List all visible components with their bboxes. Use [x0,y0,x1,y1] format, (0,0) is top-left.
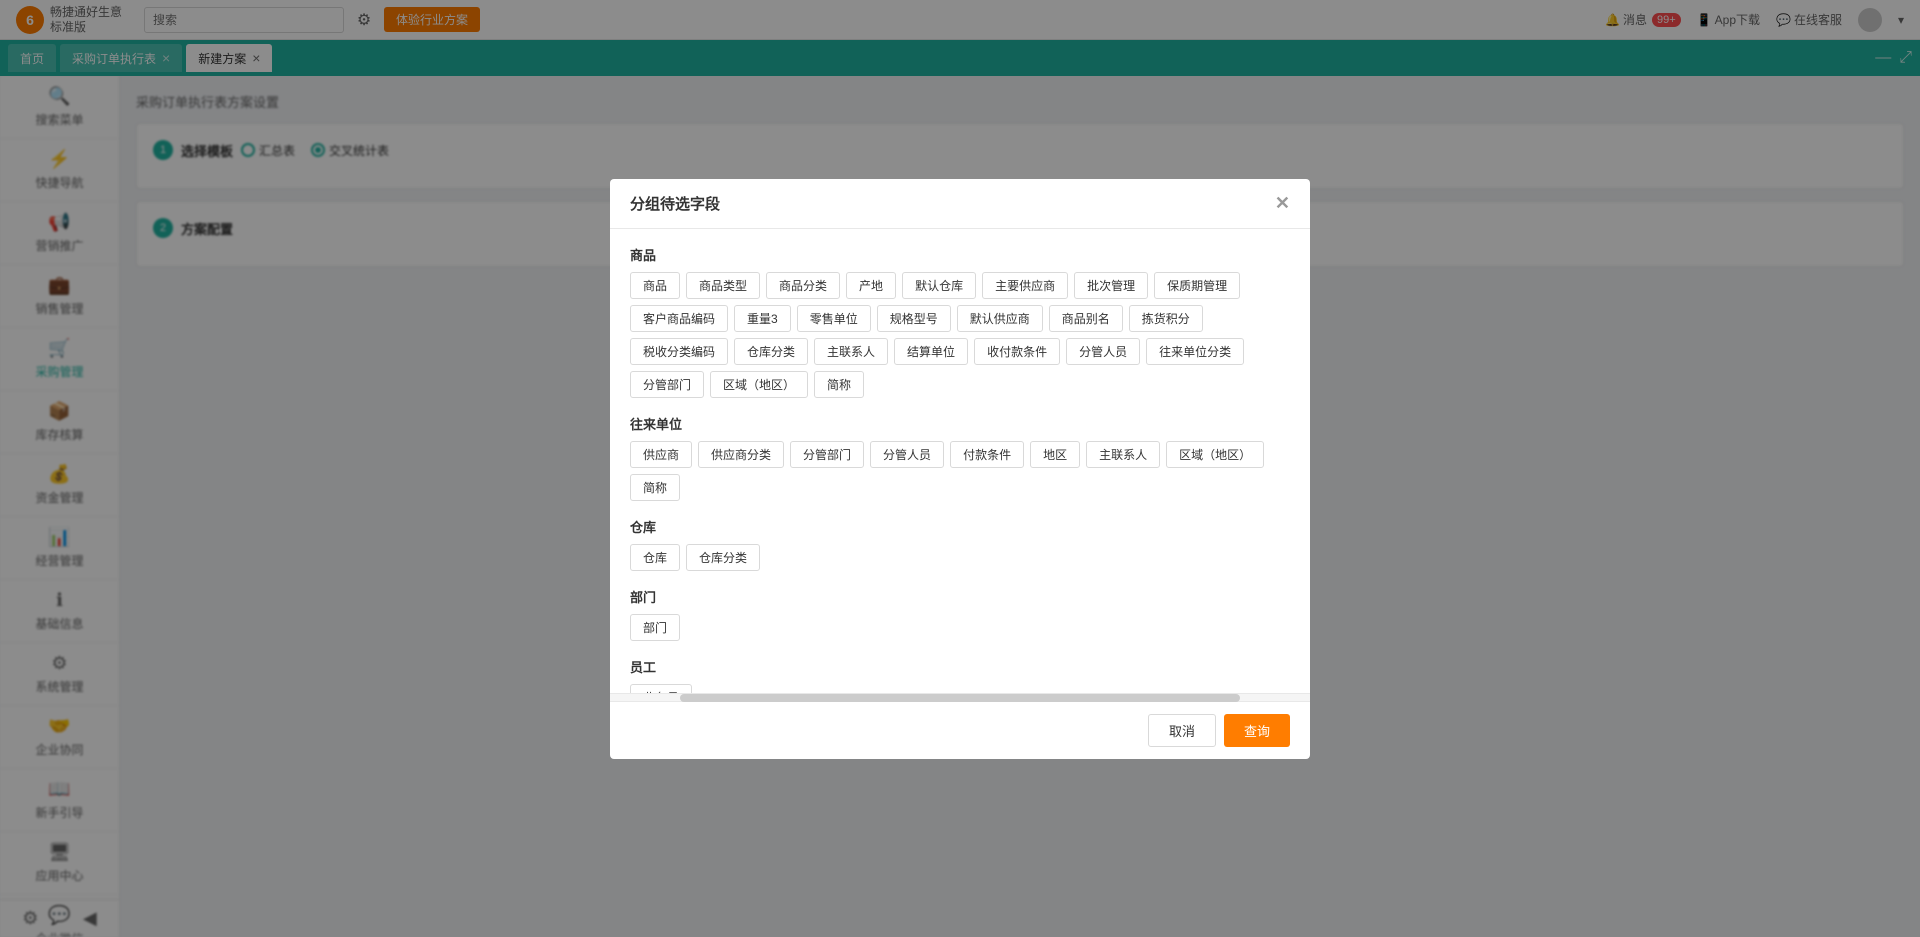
dialog-close-button[interactable]: ✕ [1275,193,1290,214]
field-tag[interactable]: 区域（地区） [1166,441,1264,468]
field-tag[interactable]: 仓库 [630,544,680,571]
field-list-warehouse: 仓库 仓库分类 [630,544,1290,571]
field-group-partner: 往来单位 供应商 供应商分类 分管部门 分管人员 付款条件 地区 主联系人 区域… [630,414,1290,501]
field-tag[interactable]: 默认供应商 [957,305,1043,332]
field-tag[interactable]: 仓库分类 [686,544,760,571]
field-tag[interactable]: 分管人员 [870,441,944,468]
field-tag[interactable]: 区域（地区） [710,371,808,398]
field-tag[interactable]: 批次管理 [1074,272,1148,299]
field-tag[interactable]: 产地 [846,272,896,299]
dialog-footer: 取消 查询 [610,701,1310,759]
field-tag[interactable]: 商品类型 [686,272,760,299]
field-tag[interactable]: 客户商品编码 [630,305,728,332]
field-tag[interactable]: 往来单位分类 [1146,338,1244,365]
dialog-horizontal-scrollbar[interactable] [610,693,1310,701]
field-group-warehouse: 仓库 仓库 仓库分类 [630,517,1290,571]
field-select-dialog: 分组待选字段 ✕ 商品 商品 商品类型 商品分类 产地 默认仓库 主要供应商 批… [610,179,1310,759]
field-list-employee: 业务员 [630,684,1290,693]
field-tag[interactable]: 地区 [1030,441,1080,468]
field-group-employee: 员工 业务员 [630,657,1290,693]
field-tag[interactable]: 分管部门 [630,371,704,398]
field-tag[interactable]: 默认仓库 [902,272,976,299]
field-tag[interactable]: 拣货积分 [1129,305,1203,332]
field-group-product: 商品 商品 商品类型 商品分类 产地 默认仓库 主要供应商 批次管理 保质期管理… [630,245,1290,398]
field-tag[interactable]: 简称 [814,371,864,398]
field-tag[interactable]: 零售单位 [797,305,871,332]
field-tag[interactable]: 供应商分类 [698,441,784,468]
field-tag[interactable]: 结算单位 [894,338,968,365]
confirm-button[interactable]: 查询 [1224,714,1290,747]
field-tag[interactable]: 主要供应商 [982,272,1068,299]
field-group-product-title: 商品 [630,245,1290,264]
field-tag[interactable]: 收付款条件 [974,338,1060,365]
field-tag[interactable]: 仓库分类 [734,338,808,365]
field-tag[interactable]: 规格型号 [877,305,951,332]
field-tag[interactable]: 付款条件 [950,441,1024,468]
field-list-department: 部门 [630,614,1290,641]
dialog-overlay: 分组待选字段 ✕ 商品 商品 商品类型 商品分类 产地 默认仓库 主要供应商 批… [0,0,1920,937]
dialog-title: 分组待选字段 [630,193,720,214]
field-tag[interactable]: 部门 [630,614,680,641]
field-tag[interactable]: 简称 [630,474,680,501]
field-list-partner: 供应商 供应商分类 分管部门 分管人员 付款条件 地区 主联系人 区域（地区） … [630,441,1290,501]
field-list-product: 商品 商品类型 商品分类 产地 默认仓库 主要供应商 批次管理 保质期管理 客户… [630,272,1290,398]
field-tag[interactable]: 供应商 [630,441,692,468]
dialog-hscroll-thumb [680,694,1240,702]
field-group-warehouse-title: 仓库 [630,517,1290,536]
field-group-partner-title: 往来单位 [630,414,1290,433]
field-tag[interactable]: 主联系人 [1086,441,1160,468]
field-tag[interactable]: 保质期管理 [1154,272,1240,299]
cancel-button[interactable]: 取消 [1148,714,1216,747]
field-group-department: 部门 部门 [630,587,1290,641]
field-tag[interactable]: 主联系人 [814,338,888,365]
field-tag[interactable]: 商品分类 [766,272,840,299]
field-tag[interactable]: 税收分类编码 [630,338,728,365]
field-tag[interactable]: 重量3 [734,305,791,332]
field-group-department-title: 部门 [630,587,1290,606]
field-group-employee-title: 员工 [630,657,1290,676]
field-tag[interactable]: 分管人员 [1066,338,1140,365]
field-tag[interactable]: 商品 [630,272,680,299]
field-tag[interactable]: 业务员 [630,684,692,693]
dialog-body[interactable]: 商品 商品 商品类型 商品分类 产地 默认仓库 主要供应商 批次管理 保质期管理… [610,229,1310,693]
field-tag[interactable]: 商品别名 [1049,305,1123,332]
dialog-header: 分组待选字段 ✕ [610,179,1310,229]
field-tag[interactable]: 分管部门 [790,441,864,468]
